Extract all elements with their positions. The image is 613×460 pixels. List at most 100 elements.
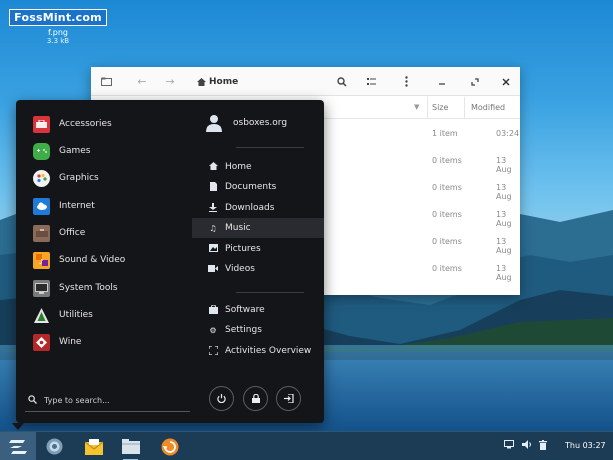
column-divider (464, 97, 465, 119)
place-label: Activities Overview (225, 346, 312, 356)
briefcase-icon (33, 224, 50, 242)
taskbar-software-updater[interactable] (159, 436, 180, 457)
display-icon[interactable] (504, 440, 514, 452)
place-label: Settings (225, 325, 262, 335)
file-thumbnail: FossMint.com (9, 9, 107, 26)
lock-icon (251, 394, 260, 403)
sidebar-toggle-button[interactable] (97, 73, 115, 90)
column-modified[interactable]: Modified (471, 103, 505, 112)
utilities-icon (33, 307, 50, 324)
activities-icon (207, 344, 219, 357)
place-label: Home (225, 162, 252, 172)
row-modified: 03:24 (496, 129, 520, 138)
column-size[interactable]: Size (432, 103, 448, 112)
taskbar-files[interactable] (120, 436, 141, 460)
file-manager-icon (121, 439, 140, 454)
volume-icon[interactable] (522, 440, 532, 452)
place-videos[interactable]: Videos (192, 259, 324, 279)
maximize-icon (471, 77, 479, 86)
category-label: Office (59, 228, 86, 238)
desktop-file-icon[interactable]: FossMint.com f.png 3.3 kB (8, 6, 108, 45)
system-software[interactable]: Software (192, 300, 324, 320)
desktop: FossMint.com f.png 3.3 kB ← → Home ▼ Siz… (0, 0, 613, 460)
logout-button[interactable] (276, 386, 301, 411)
minimize-icon (439, 82, 445, 85)
place-label: Documents (225, 182, 277, 192)
category-office[interactable]: Office (16, 220, 191, 246)
lock-button[interactable] (243, 386, 268, 411)
place-home[interactable]: Home (192, 157, 324, 177)
browser-icon (46, 438, 63, 455)
system-settings[interactable]: ⚙ Settings (192, 320, 324, 340)
file-manager-headerbar: ← → Home (91, 67, 520, 96)
trash-icon[interactable] (539, 440, 547, 453)
back-button[interactable]: ← (135, 73, 149, 90)
clock[interactable]: Thu 03:27 (565, 441, 606, 450)
taskbar: Thu 03:27 (0, 431, 613, 460)
menu-search-field[interactable] (25, 390, 190, 412)
category-label: Games (59, 146, 91, 156)
application-menu: Accessories Games Graphics Internet Offi… (16, 100, 324, 423)
category-graphics[interactable]: Graphics (16, 165, 191, 191)
separator (236, 147, 304, 148)
category-wine[interactable]: Wine (16, 329, 191, 355)
view-options-button[interactable] (365, 73, 379, 90)
path-bar-home[interactable]: Home (197, 73, 238, 90)
path-label: Home (209, 76, 239, 87)
place-label: Software (225, 305, 265, 315)
maximize-button[interactable] (468, 73, 482, 90)
category-accessories[interactable]: Accessories (16, 111, 191, 137)
sort-arrow-icon[interactable]: ▼ (414, 103, 419, 111)
taskbar-browser[interactable] (44, 436, 65, 457)
search-input[interactable] (44, 396, 184, 405)
category-label: Wine (59, 337, 82, 347)
home-icon (208, 162, 218, 172)
cloud-icon (33, 197, 50, 215)
close-button[interactable] (499, 73, 513, 90)
power-button[interactable] (209, 386, 234, 411)
arrow-left-icon: ← (137, 75, 147, 88)
zorin-logo-icon (9, 439, 27, 454)
close-icon (502, 78, 510, 85)
media-icon: ♪ (33, 251, 50, 269)
category-games[interactable]: Games (16, 138, 191, 164)
row-size: 0 items (432, 156, 462, 165)
taskbar-mail[interactable] (83, 436, 104, 457)
video-icon (208, 264, 218, 274)
forward-button[interactable]: → (163, 73, 177, 90)
place-label: Pictures (225, 244, 261, 254)
place-documents[interactable]: Documents (192, 177, 324, 197)
row-modified: 13 Aug (496, 183, 512, 201)
menu-button[interactable] (399, 73, 413, 90)
category-label: Accessories (59, 119, 112, 129)
user-account[interactable]: osboxes.org (206, 114, 287, 132)
place-downloads[interactable]: Downloads (192, 198, 324, 218)
start-menu-button[interactable] (0, 432, 36, 460)
list-view-icon (367, 78, 376, 85)
row-size: 0 items (432, 210, 462, 219)
search-icon (28, 394, 42, 407)
minimize-button[interactable] (435, 73, 449, 90)
system-activities-overview[interactable]: Activities Overview (192, 341, 324, 361)
power-icon (217, 394, 226, 403)
home-icon (197, 77, 206, 86)
category-system-tools[interactable]: System Tools (16, 275, 191, 301)
menu-pointer (12, 423, 24, 430)
place-pictures[interactable]: Pictures (192, 239, 324, 259)
category-sound-video[interactable]: ♪ Sound & Video (16, 247, 191, 273)
search-button[interactable] (335, 73, 349, 90)
category-label: Graphics (59, 173, 99, 183)
category-label: Sound & Video (59, 255, 126, 265)
category-internet[interactable]: Internet (16, 193, 191, 219)
document-icon (208, 181, 218, 193)
file-name: f.png (47, 28, 68, 37)
picture-icon (208, 244, 218, 254)
palette-icon (33, 169, 50, 187)
place-music[interactable]: ♫ Music (192, 218, 324, 238)
place-label: Music (225, 223, 251, 233)
monitor-icon (33, 279, 50, 297)
category-utilities[interactable]: Utilities (16, 302, 191, 328)
row-size: 1 item (432, 129, 458, 138)
category-label: System Tools (59, 283, 118, 293)
software-updater-icon (161, 438, 178, 455)
